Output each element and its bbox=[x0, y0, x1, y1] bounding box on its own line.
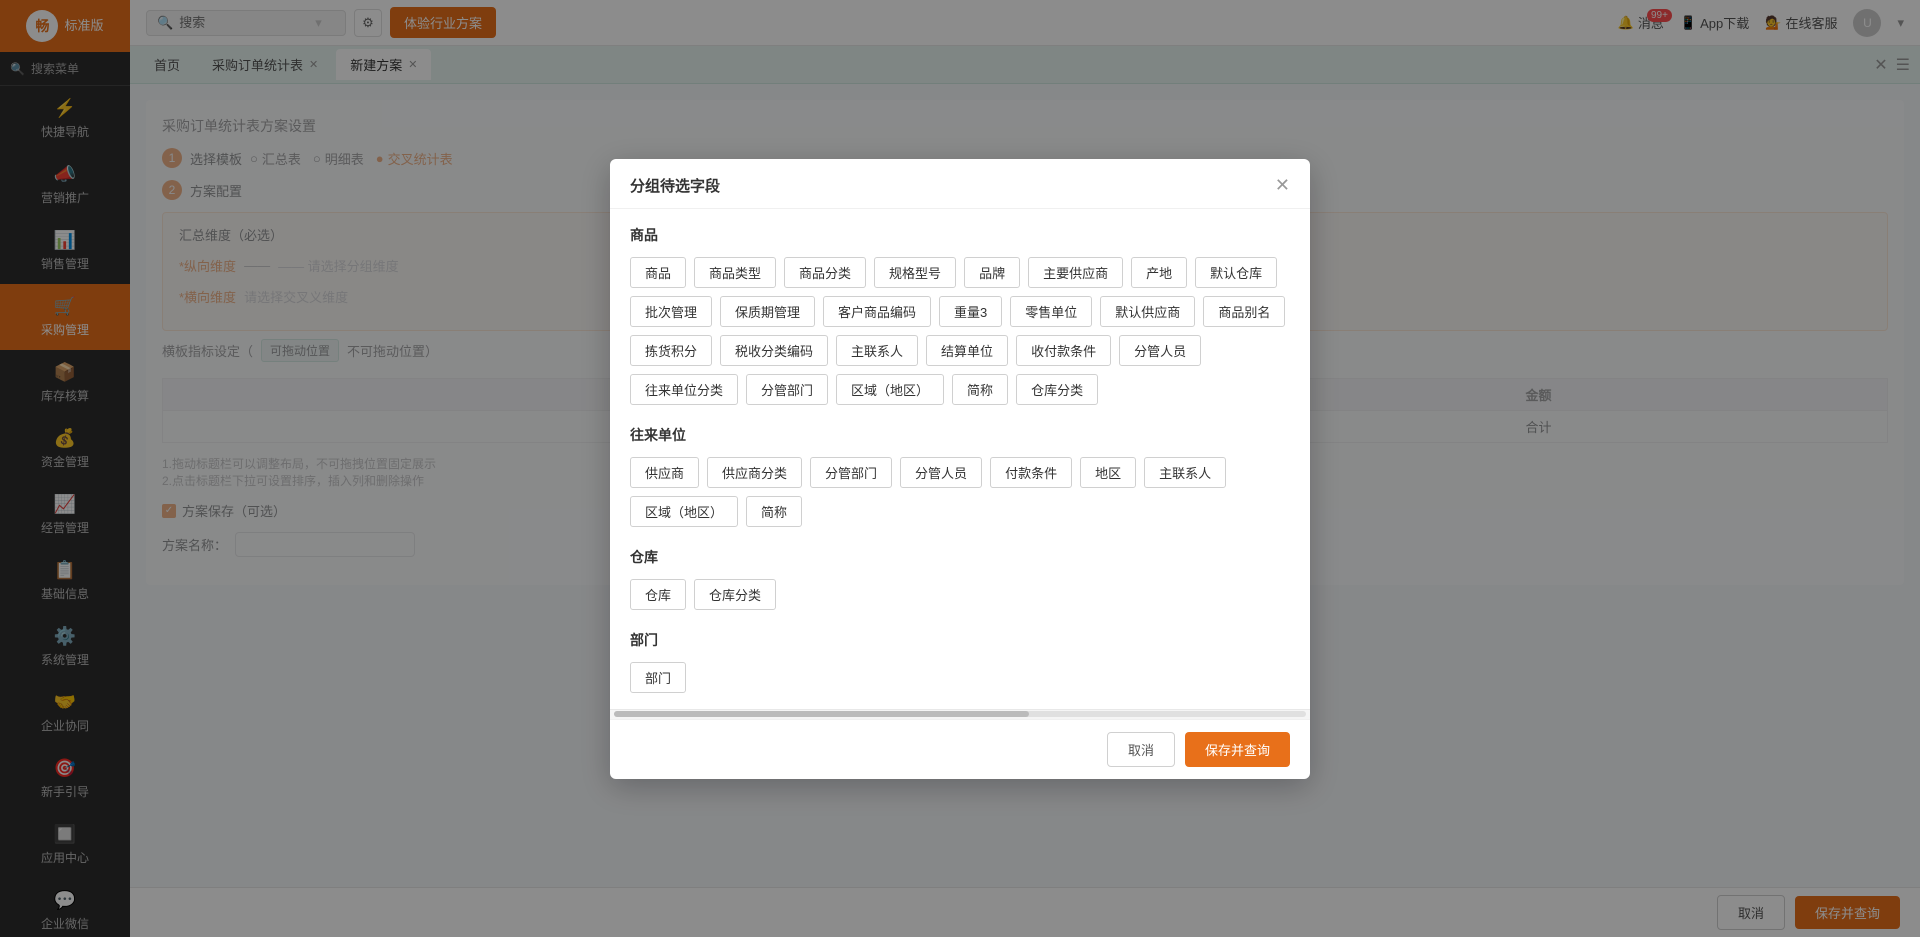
goods-field-tags: 商品 商品类型 商品分类 规格型号 品牌 主要供应商 产地 默认仓库 批次管理 … bbox=[630, 257, 1290, 405]
field-tax-code[interactable]: 税收分类编码 bbox=[720, 335, 828, 366]
field-main-contact[interactable]: 主联系人 bbox=[836, 335, 918, 366]
section-partner: 往来单位 供应商 供应商分类 分管部门 分管人员 付款条件 地区 主联系人 区域… bbox=[630, 425, 1290, 527]
modal-close-btn[interactable]: ✕ bbox=[1275, 175, 1290, 196]
field-abbr2[interactable]: 简称 bbox=[746, 496, 802, 527]
field-goods-alias[interactable]: 商品别名 bbox=[1203, 296, 1285, 327]
field-retail-unit[interactable]: 零售单位 bbox=[1010, 296, 1092, 327]
modal-footer: 取消 保存并查询 bbox=[610, 719, 1310, 779]
field-batch-mgmt[interactable]: 批次管理 bbox=[630, 296, 712, 327]
section-partner-title: 往来单位 bbox=[630, 425, 1290, 445]
section-warehouse-title: 仓库 bbox=[630, 547, 1290, 567]
field-origin[interactable]: 产地 bbox=[1131, 257, 1187, 288]
field-manage-staff2[interactable]: 分管人员 bbox=[900, 457, 982, 488]
field-settle-unit[interactable]: 结算单位 bbox=[926, 335, 1008, 366]
section-goods-title: 商品 bbox=[630, 225, 1290, 245]
modal-title: 分组待选字段 bbox=[630, 175, 720, 196]
field-abbr-goods[interactable]: 简称 bbox=[952, 374, 1008, 405]
h-scrollbar-thumb bbox=[614, 711, 1029, 717]
field-manage-dept[interactable]: 分管部门 bbox=[746, 374, 828, 405]
modal-save-btn[interactable]: 保存并查询 bbox=[1185, 732, 1290, 767]
field-goods-cat[interactable]: 商品分类 bbox=[784, 257, 866, 288]
field-manager[interactable]: 分管人员 bbox=[1119, 335, 1201, 366]
field-brand[interactable]: 品牌 bbox=[964, 257, 1020, 288]
field-weight3[interactable]: 重量3 bbox=[939, 296, 1002, 327]
field-main-contact2[interactable]: 主联系人 bbox=[1144, 457, 1226, 488]
section-dept: 部门 部门 bbox=[630, 630, 1290, 693]
field-from-unit-cat[interactable]: 往来单位分类 bbox=[630, 374, 738, 405]
modal-overlay[interactable]: 分组待选字段 ✕ 商品 商品 商品类型 商品分类 规格型号 品牌 主要供应商 产… bbox=[0, 0, 1920, 937]
dept-field-tags: 部门 bbox=[630, 662, 1290, 693]
field-customer-code[interactable]: 客户商品编码 bbox=[823, 296, 931, 327]
modal-h-scrollbar[interactable] bbox=[610, 709, 1310, 719]
warehouse-field-tags: 仓库 仓库分类 bbox=[630, 579, 1290, 610]
field-goods-type[interactable]: 商品类型 bbox=[694, 257, 776, 288]
field-supplier[interactable]: 供应商 bbox=[630, 457, 699, 488]
field-wh-cat[interactable]: 仓库分类 bbox=[694, 579, 776, 610]
field-goods[interactable]: 商品 bbox=[630, 257, 686, 288]
field-supplier-cat[interactable]: 供应商分类 bbox=[707, 457, 802, 488]
field-pick-score[interactable]: 拣货积分 bbox=[630, 335, 712, 366]
section-dept-title: 部门 bbox=[630, 630, 1290, 650]
section-warehouse: 仓库 仓库 仓库分类 bbox=[630, 547, 1290, 610]
field-warehouse-cat-goods[interactable]: 仓库分类 bbox=[1016, 374, 1098, 405]
field-region-goods[interactable]: 区域（地区） bbox=[836, 374, 944, 405]
field-payment-terms[interactable]: 收付款条件 bbox=[1016, 335, 1111, 366]
modal-dialog: 分组待选字段 ✕ 商品 商品 商品类型 商品分类 规格型号 品牌 主要供应商 产… bbox=[610, 159, 1310, 779]
field-default-supplier[interactable]: 默认供应商 bbox=[1100, 296, 1195, 327]
modal-body: 商品 商品 商品类型 商品分类 规格型号 品牌 主要供应商 产地 默认仓库 批次… bbox=[610, 209, 1310, 709]
h-scrollbar-track bbox=[614, 711, 1306, 717]
modal-header: 分组待选字段 ✕ bbox=[610, 159, 1310, 209]
field-default-warehouse[interactable]: 默认仓库 bbox=[1195, 257, 1277, 288]
partner-field-tags: 供应商 供应商分类 分管部门 分管人员 付款条件 地区 主联系人 区域（地区） … bbox=[630, 457, 1290, 527]
field-region-area2[interactable]: 区域（地区） bbox=[630, 496, 738, 527]
field-quality-mgmt[interactable]: 保质期管理 bbox=[720, 296, 815, 327]
field-wh[interactable]: 仓库 bbox=[630, 579, 686, 610]
section-goods: 商品 商品 商品类型 商品分类 规格型号 品牌 主要供应商 产地 默认仓库 批次… bbox=[630, 225, 1290, 405]
field-main-supplier[interactable]: 主要供应商 bbox=[1028, 257, 1123, 288]
modal-cancel-btn[interactable]: 取消 bbox=[1107, 732, 1175, 767]
field-spec-type[interactable]: 规格型号 bbox=[874, 257, 956, 288]
field-dept[interactable]: 部门 bbox=[630, 662, 686, 693]
field-region2[interactable]: 地区 bbox=[1080, 457, 1136, 488]
field-payment-cond[interactable]: 付款条件 bbox=[990, 457, 1072, 488]
field-manage-dept2[interactable]: 分管部门 bbox=[810, 457, 892, 488]
